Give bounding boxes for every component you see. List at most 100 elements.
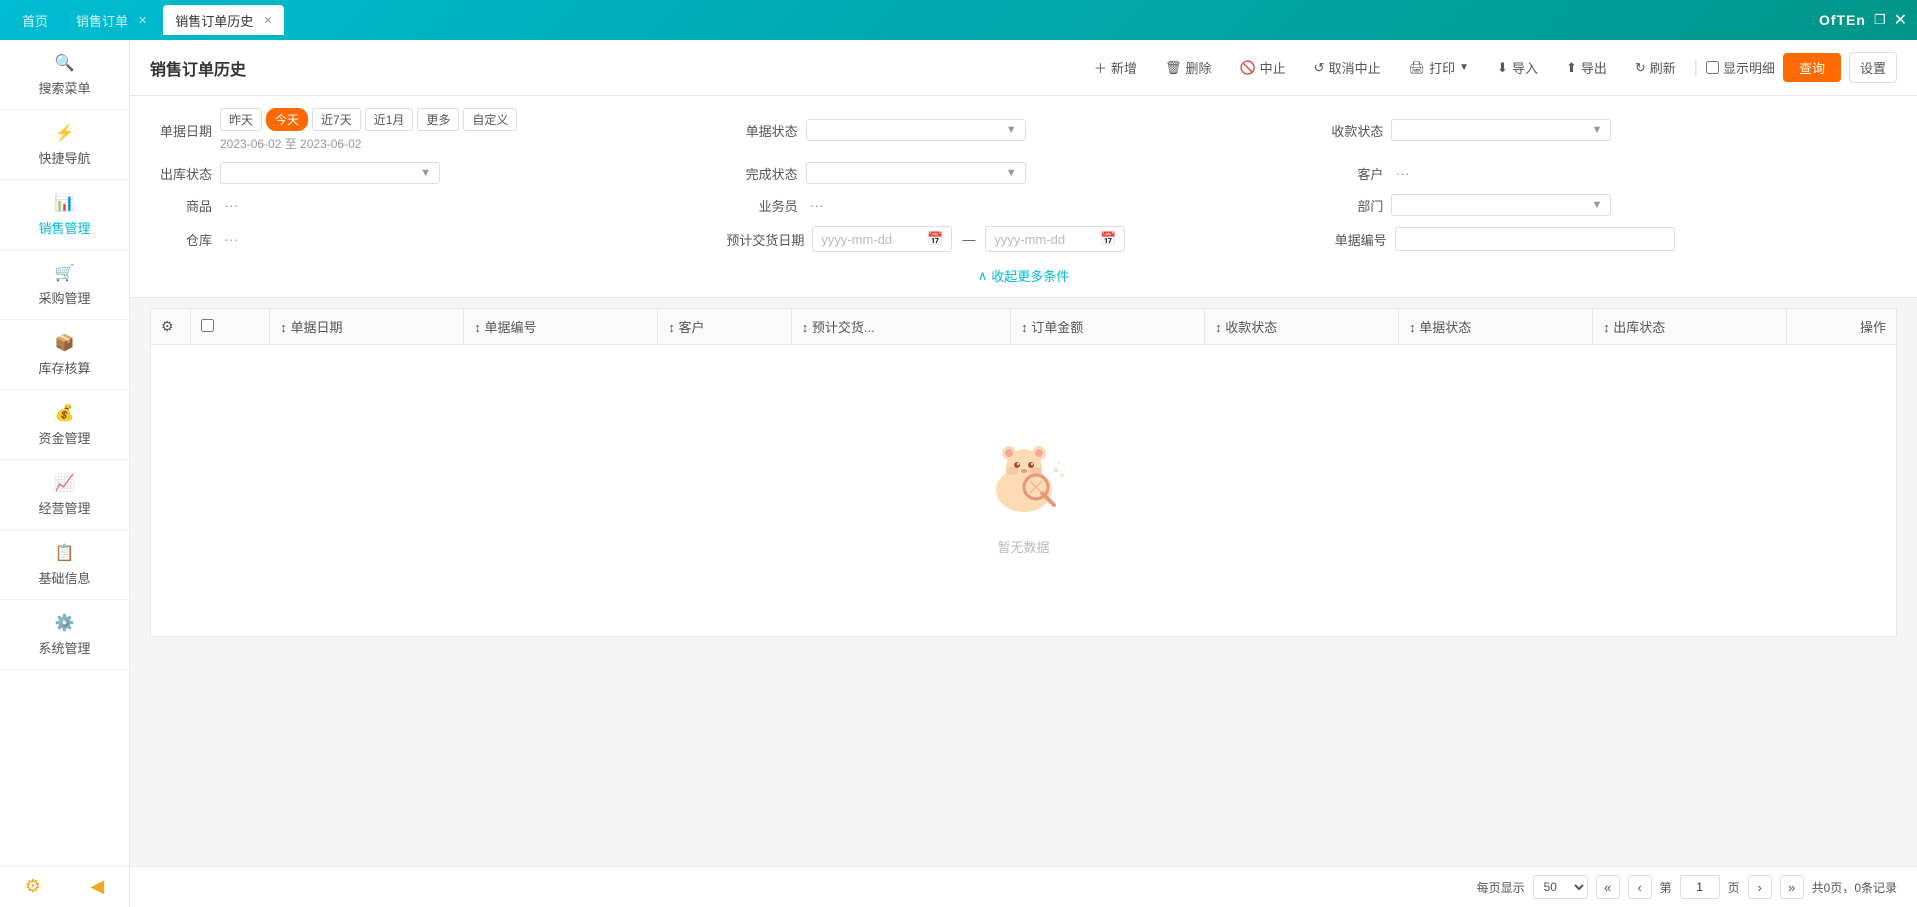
- th-customer[interactable]: ↕ 客户: [658, 309, 791, 345]
- sidebar-item-search-menu-label: 搜索菜单: [38, 78, 90, 97]
- department-select[interactable]: ▼: [1391, 194, 1611, 216]
- tab-sales-order-close[interactable]: ✕: [138, 14, 147, 27]
- th-checkbox: [191, 309, 270, 345]
- out-status-control: ▼: [220, 162, 726, 184]
- date-1month-btn[interactable]: 近1月: [365, 108, 414, 131]
- warehouse-label: 仓库: [150, 230, 220, 249]
- collapse-icon: ∧: [978, 268, 988, 284]
- prev-page-button[interactable]: ‹: [1628, 875, 1652, 899]
- tab-sales-order[interactable]: 销售订单 ✕: [64, 5, 159, 35]
- table-settings-button[interactable]: ⚙: [161, 318, 174, 335]
- th-settings: ⚙: [151, 309, 191, 345]
- delete-icon: 🗑: [1165, 60, 1182, 76]
- cancel-stop-button[interactable]: ↺ 取消中止: [1304, 53, 1391, 82]
- show-detail-checkbox-label[interactable]: 显示明细: [1706, 58, 1775, 77]
- sidebar-item-quick-nav[interactable]: ⚡ 快捷导航: [0, 110, 129, 180]
- window-close-icon[interactable]: ✕: [1894, 10, 1907, 30]
- sidebar-item-capital[interactable]: 💰 资金管理: [0, 390, 129, 460]
- last-page-icon: »: [1788, 880, 1795, 895]
- tab-home[interactable]: 首页: [10, 5, 60, 35]
- import-label: 导入: [1512, 58, 1538, 77]
- sidebar-item-sales-mgmt[interactable]: 📊 销售管理: [0, 180, 129, 250]
- order-status-select[interactable]: ▼: [806, 119, 1026, 141]
- window-restore-icon[interactable]: ❐: [1874, 12, 1886, 28]
- empty-state: 暂无数据: [151, 345, 1896, 636]
- quick-nav-icon: ⚡: [54, 122, 76, 144]
- select-all-checkbox[interactable]: [201, 319, 214, 332]
- delivery-date-start[interactable]: yyyy-mm-dd 📅: [812, 226, 952, 252]
- filter-row-4: 仓库 ··· 预计交货日期 yyyy-mm-dd 📅 — yyyy-mm-dd …: [150, 226, 1897, 252]
- page-number-input[interactable]: [1680, 875, 1720, 899]
- first-page-button[interactable]: «: [1596, 875, 1620, 899]
- toolbar: ＋ 新增 🗑 删除 🚫 中止 ↺ 取消中止: [1084, 52, 1897, 83]
- delivery-date-end-text: yyyy-mm-dd: [994, 232, 1065, 247]
- stop-button[interactable]: 🚫 中止: [1229, 53, 1295, 82]
- goods-ellipsis[interactable]: ···: [220, 197, 242, 213]
- collapse-btn[interactable]: ∧ 收起更多条件: [150, 262, 1897, 285]
- refresh-button[interactable]: ↻ 刷新: [1625, 53, 1686, 82]
- date-7days-btn[interactable]: 近7天: [312, 108, 361, 131]
- show-detail-checkbox[interactable]: [1706, 61, 1719, 74]
- sidebar-item-capital-label: 资金管理: [38, 428, 90, 447]
- export-button[interactable]: ⬆ 导出: [1556, 53, 1617, 82]
- cancel-stop-label: 取消中止: [1329, 58, 1381, 77]
- customer-ellipsis[interactable]: ···: [1391, 165, 1413, 181]
- page-size-select[interactable]: 10 20 50 100: [1533, 875, 1588, 899]
- th-amount[interactable]: ↕ 订单金额: [1011, 309, 1205, 345]
- sidebar-item-purchase-mgmt[interactable]: 🛒 采购管理: [0, 250, 129, 320]
- th-receipt-status[interactable]: ↕ 收款状态: [1205, 309, 1399, 345]
- date-today-btn[interactable]: 今天: [266, 108, 308, 131]
- import-button[interactable]: ⬇ 导入: [1487, 53, 1548, 82]
- sidebar-item-sales-mgmt-label: 销售管理: [38, 218, 90, 237]
- out-status-select[interactable]: ▼: [220, 162, 440, 184]
- table-header-row: ⚙ ↕ 单据日期 ↕ 单据编号 ↕ 客户: [151, 309, 1897, 345]
- th-out-status[interactable]: ↕ 出库状态: [1593, 309, 1787, 345]
- new-label: 新增: [1111, 58, 1137, 77]
- sidebar: 🔍 搜索菜单 ⚡ 快捷导航 📊 销售管理 🛒 采购管理 📦 库存核算 💰 资金管…: [0, 40, 130, 907]
- date-yesterday-btn[interactable]: 昨天: [220, 108, 262, 131]
- sidebar-item-system-mgmt[interactable]: ⚙️ 系统管理: [0, 600, 129, 670]
- page-title-row: 销售订单历史 ＋ 新增 🗑 删除 🚫 中止 ↺: [150, 52, 1897, 83]
- th-delivery[interactable]: ↕ 预计交货...: [791, 309, 1010, 345]
- delivery-date-end[interactable]: yyyy-mm-dd 📅: [985, 226, 1125, 252]
- goods-control: ···: [220, 197, 726, 213]
- sidebar-item-inventory[interactable]: 📦 库存核算: [0, 320, 129, 390]
- print-button[interactable]: 🖨 打印 ▼: [1399, 53, 1479, 82]
- order-no-input[interactable]: [1395, 227, 1675, 251]
- department-label: 部门: [1311, 196, 1391, 215]
- th-order-status[interactable]: ↕ 单据状态: [1399, 309, 1593, 345]
- salesperson-ellipsis[interactable]: ···: [806, 197, 828, 213]
- new-button[interactable]: ＋ 新增: [1084, 53, 1147, 82]
- date-more-btn[interactable]: 更多: [417, 108, 459, 131]
- complete-status-select[interactable]: ▼: [806, 162, 1026, 184]
- warehouse-ellipsis[interactable]: ···: [220, 231, 242, 247]
- print-icon: 🖨: [1409, 60, 1426, 76]
- date-custom-btn[interactable]: 自定义: [463, 108, 517, 131]
- delete-button[interactable]: 🗑 删除: [1155, 53, 1222, 82]
- query-label: 查询: [1799, 58, 1825, 77]
- th-no[interactable]: ↕ 单据编号: [464, 309, 658, 345]
- inventory-icon: 📦: [54, 332, 76, 354]
- tab-sales-order-history-close[interactable]: ✕: [263, 14, 272, 27]
- new-icon: ＋: [1094, 58, 1107, 77]
- settings-button[interactable]: 设置: [1849, 52, 1897, 83]
- next-page-button[interactable]: ›: [1748, 875, 1772, 899]
- last-page-button[interactable]: »: [1780, 875, 1804, 899]
- receipt-status-chevron-icon: ▼: [1591, 124, 1602, 136]
- sidebar-item-search-menu[interactable]: 🔍 搜索菜单: [0, 40, 129, 110]
- query-button[interactable]: 查询: [1783, 53, 1841, 82]
- filter-row-2: 出库状态 ▼ 完成状态 ▼ 客户 ···: [150, 162, 1897, 184]
- tab-sales-order-history[interactable]: 销售订单历史 ✕: [163, 5, 284, 35]
- collapse-label: 收起更多条件: [991, 266, 1069, 285]
- th-date[interactable]: ↕ 单据日期: [270, 309, 464, 345]
- page-label-suffix: 页: [1728, 879, 1740, 896]
- basic-info-icon: 📋: [54, 542, 76, 564]
- empty-text: 暂无数据: [997, 537, 1049, 556]
- prev-page-icon: ‹: [1637, 880, 1641, 895]
- sidebar-settings-icon[interactable]: ⚙: [25, 876, 41, 897]
- search-menu-icon: 🔍: [54, 52, 76, 74]
- receipt-status-select[interactable]: ▼: [1391, 119, 1611, 141]
- sidebar-collapse-icon[interactable]: ◀: [90, 876, 104, 897]
- sidebar-item-basic-info[interactable]: 📋 基础信息: [0, 530, 129, 600]
- sidebar-item-operation[interactable]: 📈 经营管理: [0, 460, 129, 530]
